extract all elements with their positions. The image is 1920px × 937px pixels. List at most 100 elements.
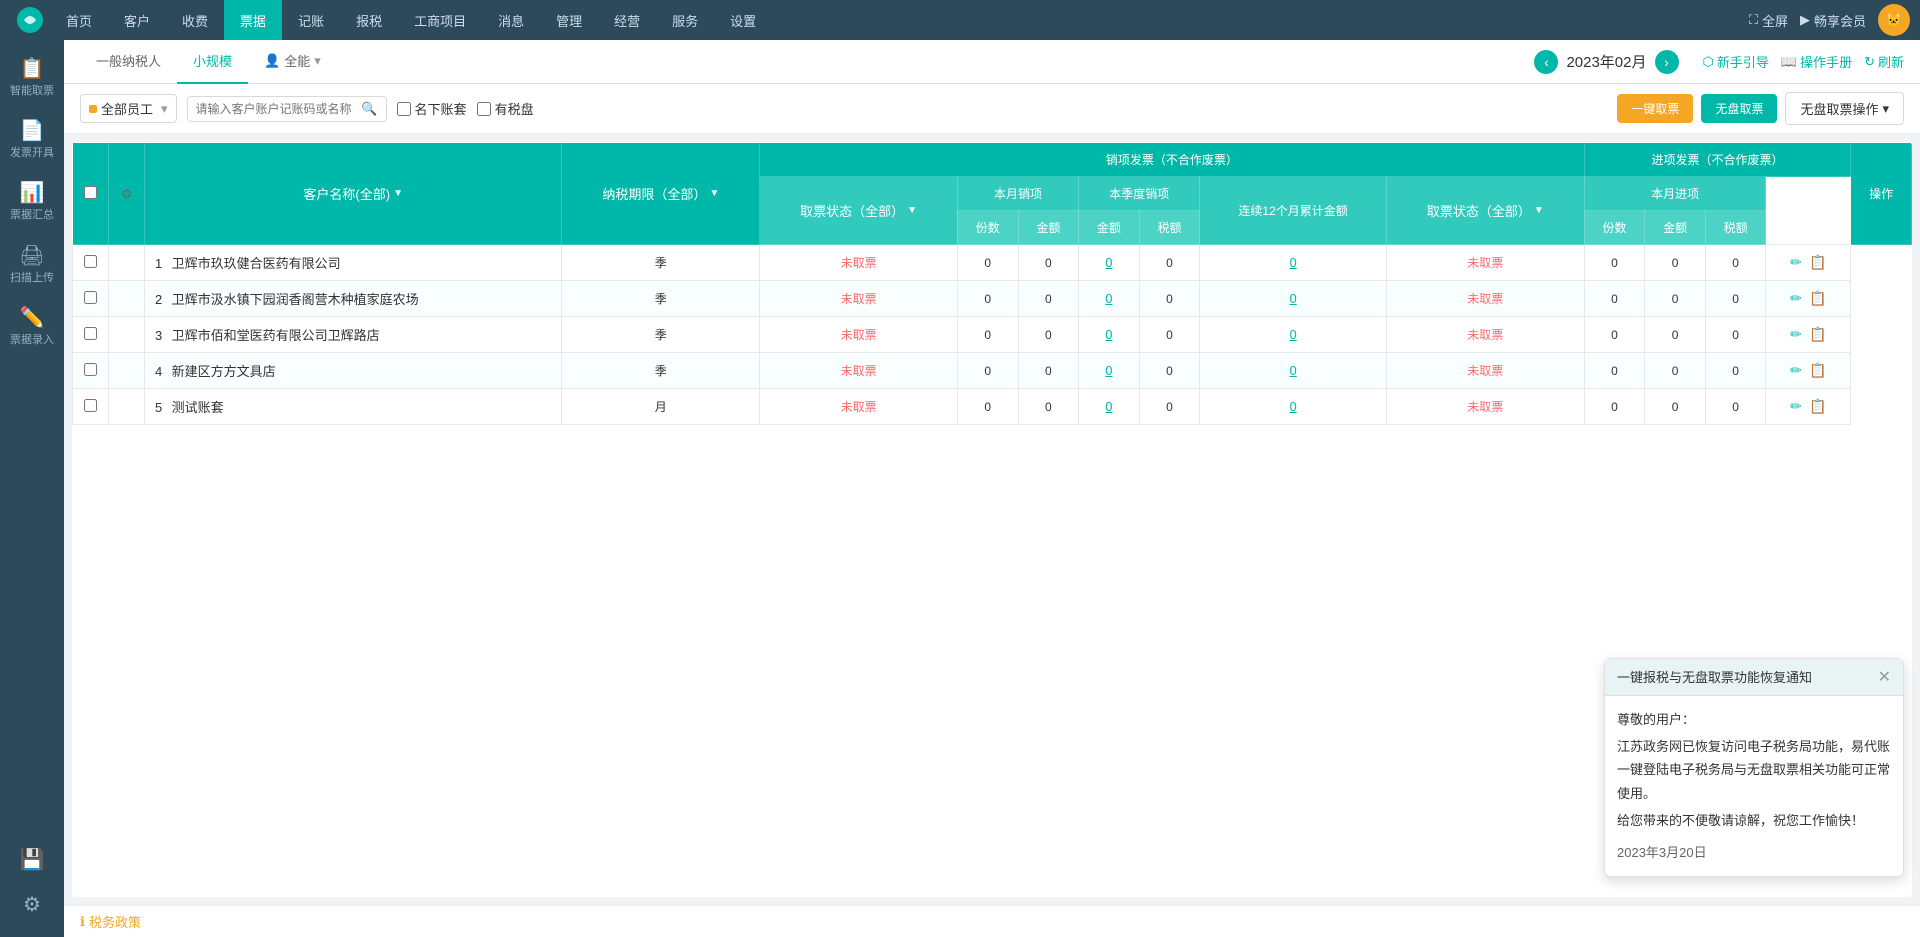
nav-home[interactable]: 首页: [50, 0, 108, 40]
no-disk-ops-btn[interactable]: 无盘取票操作 ▾: [1785, 92, 1904, 125]
nav-operation[interactable]: 经营: [598, 0, 656, 40]
sales-status-filter-icon[interactable]: ▼: [907, 205, 917, 216]
search-input[interactable]: [196, 102, 362, 116]
period-next[interactable]: ›: [1655, 50, 1679, 74]
period-prev[interactable]: ‹: [1534, 50, 1558, 74]
row-client: 4 新建区方方文具店: [145, 353, 562, 389]
manual-btn[interactable]: 📖 操作手册: [1781, 52, 1852, 71]
row-sales-month-count: 0: [957, 389, 1018, 425]
row-view-btn[interactable]: 📋: [1809, 254, 1826, 271]
nav-client[interactable]: 客户: [108, 0, 166, 40]
sidebar-item-scan-upload[interactable]: 🖨 扫描上传: [4, 235, 60, 293]
nav-invoice[interactable]: 票据: [224, 0, 282, 40]
nav-tax[interactable]: 报税: [340, 0, 398, 40]
checkbox-tax-disk[interactable]: 有税盘: [477, 99, 534, 118]
tab-actions: ⬡ 新手引导 📖 操作手册 ↻ 刷新: [1703, 52, 1905, 71]
th-input-month-amount: 金额: [1645, 211, 1706, 245]
tab-small-scale[interactable]: 小规模: [177, 40, 248, 84]
nav-settings[interactable]: 设置: [714, 0, 772, 40]
toolbar-left: 全部员工 ▾ 🔍 名下账套 有税盘: [80, 94, 1607, 123]
row-settings-cell: [109, 389, 145, 425]
row-view-btn[interactable]: 📋: [1809, 290, 1826, 307]
tax-disk-checkbox[interactable]: [477, 102, 491, 116]
row-edit-btn[interactable]: ✏: [1790, 326, 1802, 343]
sub-account-checkbox[interactable]: [397, 102, 411, 116]
row-edit-btn[interactable]: ✏: [1790, 362, 1802, 379]
staff-select-arrow: ▾: [161, 101, 168, 117]
row-sales-12month-link[interactable]: 0: [1289, 291, 1296, 306]
nav-billing[interactable]: 收费: [166, 0, 224, 40]
th-input-month-tax: 税额: [1705, 211, 1766, 245]
notification-close-btn[interactable]: ✕: [1878, 667, 1891, 687]
user-avatar[interactable]: 🐱: [1878, 4, 1910, 36]
sidebar-download[interactable]: 💾: [4, 839, 60, 880]
row-sales-12month-link[interactable]: 0: [1289, 399, 1296, 414]
no-disk-btn[interactable]: 无盘取票: [1701, 94, 1777, 123]
issue-invoice-icon: 📄: [20, 118, 45, 143]
sidebar-item-invoice-entry[interactable]: ✏️ 票据录入: [4, 297, 60, 355]
row-view-btn[interactable]: 📋: [1809, 398, 1826, 415]
row-checkbox[interactable]: [84, 327, 97, 340]
table-row: 5 测试账套 月 未取票 0 0 0 0 0 未取票 0 0 0 ✏ 📋: [73, 389, 1912, 425]
row-sales-quarter-amount-link[interactable]: 0: [1105, 363, 1112, 378]
sidebar-item-invoice-summary[interactable]: 📊 票据汇总: [4, 172, 60, 230]
nav-message[interactable]: 消息: [482, 0, 540, 40]
new-guide-btn[interactable]: ⬡ 新手引导: [1703, 52, 1769, 71]
sidebar-item-issue-invoice[interactable]: 📄 发票开具: [4, 110, 60, 168]
row-client: 5 测试账套: [145, 389, 562, 425]
nav-manage[interactable]: 管理: [540, 0, 598, 40]
row-sales-12month-link[interactable]: 0: [1289, 327, 1296, 342]
row-sales-month-amount: 0: [1018, 389, 1079, 425]
staff-select[interactable]: 全部员工 ▾: [80, 94, 177, 123]
search-box[interactable]: 🔍: [187, 96, 387, 122]
row-settings-cell: [109, 317, 145, 353]
row-checkbox[interactable]: [84, 399, 97, 412]
period-filter-icon[interactable]: ▼: [709, 188, 719, 199]
row-sales-quarter-amount-link[interactable]: 0: [1105, 291, 1112, 306]
row-sales-quarter-tax: 0: [1139, 245, 1200, 281]
row-sales-quarter-amount-link[interactable]: 0: [1105, 255, 1112, 270]
input-status-filter-icon[interactable]: ▼: [1534, 205, 1544, 216]
refresh-btn[interactable]: ↻ 刷新: [1864, 52, 1904, 71]
row-view-btn[interactable]: 📋: [1809, 362, 1826, 379]
sidebar-gear[interactable]: ⚙: [4, 884, 60, 925]
row-checkbox[interactable]: [84, 291, 97, 304]
row-sales-quarter-amount-link[interactable]: 0: [1105, 327, 1112, 342]
row-edit-btn[interactable]: ✏: [1790, 254, 1802, 271]
checkbox-sub-account[interactable]: 名下账套: [397, 99, 467, 118]
fullscreen-btn[interactable]: ⛶ 全屏: [1749, 11, 1788, 30]
row-client-name: 卫辉市玖玖健合医药有限公司: [172, 256, 341, 271]
member-btn[interactable]: ▶ 畅享会员: [1800, 11, 1866, 30]
invoice-entry-icon: ✏️: [20, 305, 45, 330]
row-sales-12month-link[interactable]: 0: [1289, 363, 1296, 378]
row-sales-month-amount: 0: [1018, 245, 1079, 281]
nav-service[interactable]: 服务: [656, 0, 714, 40]
row-edit-btn[interactable]: ✏: [1790, 398, 1802, 415]
manual-icon: 📖: [1781, 54, 1797, 70]
row-sales-12month: 0: [1200, 281, 1387, 317]
row-settings-cell: [109, 245, 145, 281]
row-checkbox[interactable]: [84, 255, 97, 268]
row-period: 季: [562, 245, 760, 281]
member-icon: ▶: [1800, 12, 1810, 28]
th-sales-month-amount: 金额: [1018, 211, 1079, 245]
invoice-table: ⚙ 客户名称(全部)▼ 纳税期限（全部）▼ 销项发票（不合作废票） 进项发票（不…: [72, 142, 1912, 425]
nav-business[interactable]: 工商项目: [398, 0, 482, 40]
tax-policy-link[interactable]: ℹ 税务政策: [80, 912, 141, 931]
tab-full[interactable]: 👤 全能 ▾: [248, 40, 337, 84]
client-filter-icon[interactable]: ▼: [393, 188, 403, 199]
period-text: 2023年02月: [1566, 51, 1646, 72]
row-sales-quarter-amount-link[interactable]: 0: [1105, 399, 1112, 414]
row-edit-btn[interactable]: ✏: [1790, 290, 1802, 307]
search-button[interactable]: 🔍: [361, 101, 377, 117]
tab-general-taxpayer[interactable]: 一般纳税人: [80, 40, 177, 84]
sidebar-item-smart-invoice[interactable]: 📋 智能取票: [4, 48, 60, 106]
row-sales-12month-link[interactable]: 0: [1289, 255, 1296, 270]
row-checkbox[interactable]: [84, 363, 97, 376]
one-click-btn[interactable]: 一键取票: [1617, 94, 1693, 123]
row-input-month-amount: 0: [1645, 389, 1706, 425]
nav-bookkeeping[interactable]: 记账: [282, 0, 340, 40]
row-view-btn[interactable]: 📋: [1809, 326, 1826, 343]
select-all-checkbox[interactable]: [84, 186, 97, 199]
app-logo[interactable]: [10, 0, 50, 40]
